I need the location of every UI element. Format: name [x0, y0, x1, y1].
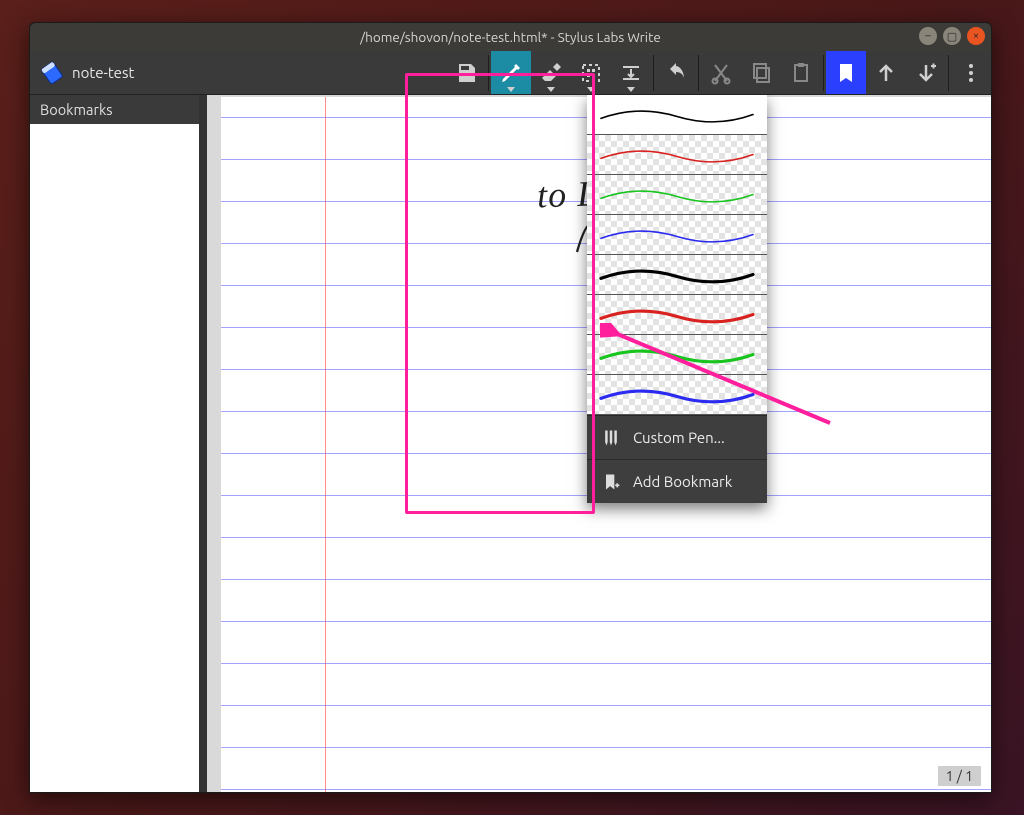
hrule	[221, 663, 991, 664]
chevron-down-icon	[627, 87, 635, 92]
toolbar: note-test	[30, 51, 991, 95]
bookmark-button[interactable]	[826, 51, 866, 94]
kebab-icon	[959, 61, 983, 85]
pen-dropdown: Custom Pen... Add Bookmark	[587, 95, 767, 503]
cut-icon	[709, 61, 733, 85]
document-icon	[35, 56, 68, 89]
paste-button[interactable]	[781, 51, 821, 94]
window-controls: – ▢ ×	[919, 27, 985, 45]
hrule	[221, 579, 991, 580]
page-indicator: 1 / 1	[938, 766, 981, 786]
next-page-button[interactable]	[906, 51, 946, 94]
bookmark-add-icon	[601, 472, 621, 492]
save-button[interactable]	[446, 51, 486, 94]
pen-icon	[499, 61, 523, 85]
bookmarks-sidebar: Bookmarks	[30, 95, 207, 792]
add-bookmark-item[interactable]: Add Bookmark	[587, 459, 767, 503]
sidebar-body[interactable]	[30, 124, 199, 792]
hrule	[221, 621, 991, 622]
sidebar-header: Bookmarks	[30, 95, 199, 124]
save-icon	[454, 61, 478, 85]
select-tool-button[interactable]	[571, 51, 611, 94]
canvas[interactable]: to LinuxHint Custom Pen...Add Bookmark 1…	[207, 95, 991, 792]
bookmark-icon	[834, 61, 858, 85]
pen-option-thick-blue[interactable]	[587, 375, 767, 415]
selection-icon	[579, 61, 603, 85]
pens-icon	[601, 428, 621, 448]
hrule	[221, 789, 991, 790]
pen-option-thick-green[interactable]	[587, 335, 767, 375]
chevron-down-icon	[587, 87, 595, 92]
pen-tool-button[interactable]	[491, 51, 531, 94]
eraser-icon	[539, 61, 563, 85]
add-bookmark-label: Add Bookmark	[633, 473, 732, 490]
undo-button[interactable]	[656, 51, 696, 94]
overflow-menu-button[interactable]	[951, 51, 991, 94]
pen-option-thick-black[interactable]	[587, 255, 767, 295]
chevron-down-icon	[547, 87, 555, 92]
insert-space-icon	[619, 61, 643, 85]
hrule	[221, 747, 991, 748]
copy-icon	[749, 61, 773, 85]
paste-icon	[789, 61, 813, 85]
eraser-tool-button[interactable]	[531, 51, 571, 94]
chevron-down-icon	[507, 87, 515, 92]
pen-option-thick-red[interactable]	[587, 295, 767, 335]
pen-option-thin-red[interactable]	[587, 135, 767, 175]
copy-button[interactable]	[741, 51, 781, 94]
custom-pen-item[interactable]: Custom Pen...	[587, 415, 767, 459]
cut-button[interactable]	[701, 51, 741, 94]
prev-page-button[interactable]	[866, 51, 906, 94]
custom-pen-label: Custom Pen...	[633, 429, 725, 446]
maximize-button[interactable]: ▢	[943, 27, 961, 45]
close-button[interactable]: ×	[967, 27, 985, 45]
pen-option-thin-blue[interactable]	[587, 215, 767, 255]
pen-option-thin-green[interactable]	[587, 175, 767, 215]
pen-option-thin-black[interactable]	[587, 95, 767, 135]
arrow-up-icon	[874, 61, 898, 85]
main-area: Bookmarks to LinuxHint Custom Pen...Add …	[30, 95, 991, 792]
app-window: /home/shovon/note-test.html* - Stylus La…	[29, 22, 992, 793]
window-title: /home/shovon/note-test.html* - Stylus La…	[360, 29, 661, 45]
document-name: note-test	[72, 64, 134, 81]
hrule	[221, 537, 991, 538]
undo-icon	[664, 61, 688, 85]
arrow-down-plus-icon	[914, 61, 938, 85]
minimize-button[interactable]: –	[919, 27, 937, 45]
titlebar: /home/shovon/note-test.html* - Stylus La…	[30, 23, 991, 51]
hrule	[221, 705, 991, 706]
insert-space-button[interactable]	[611, 51, 651, 94]
